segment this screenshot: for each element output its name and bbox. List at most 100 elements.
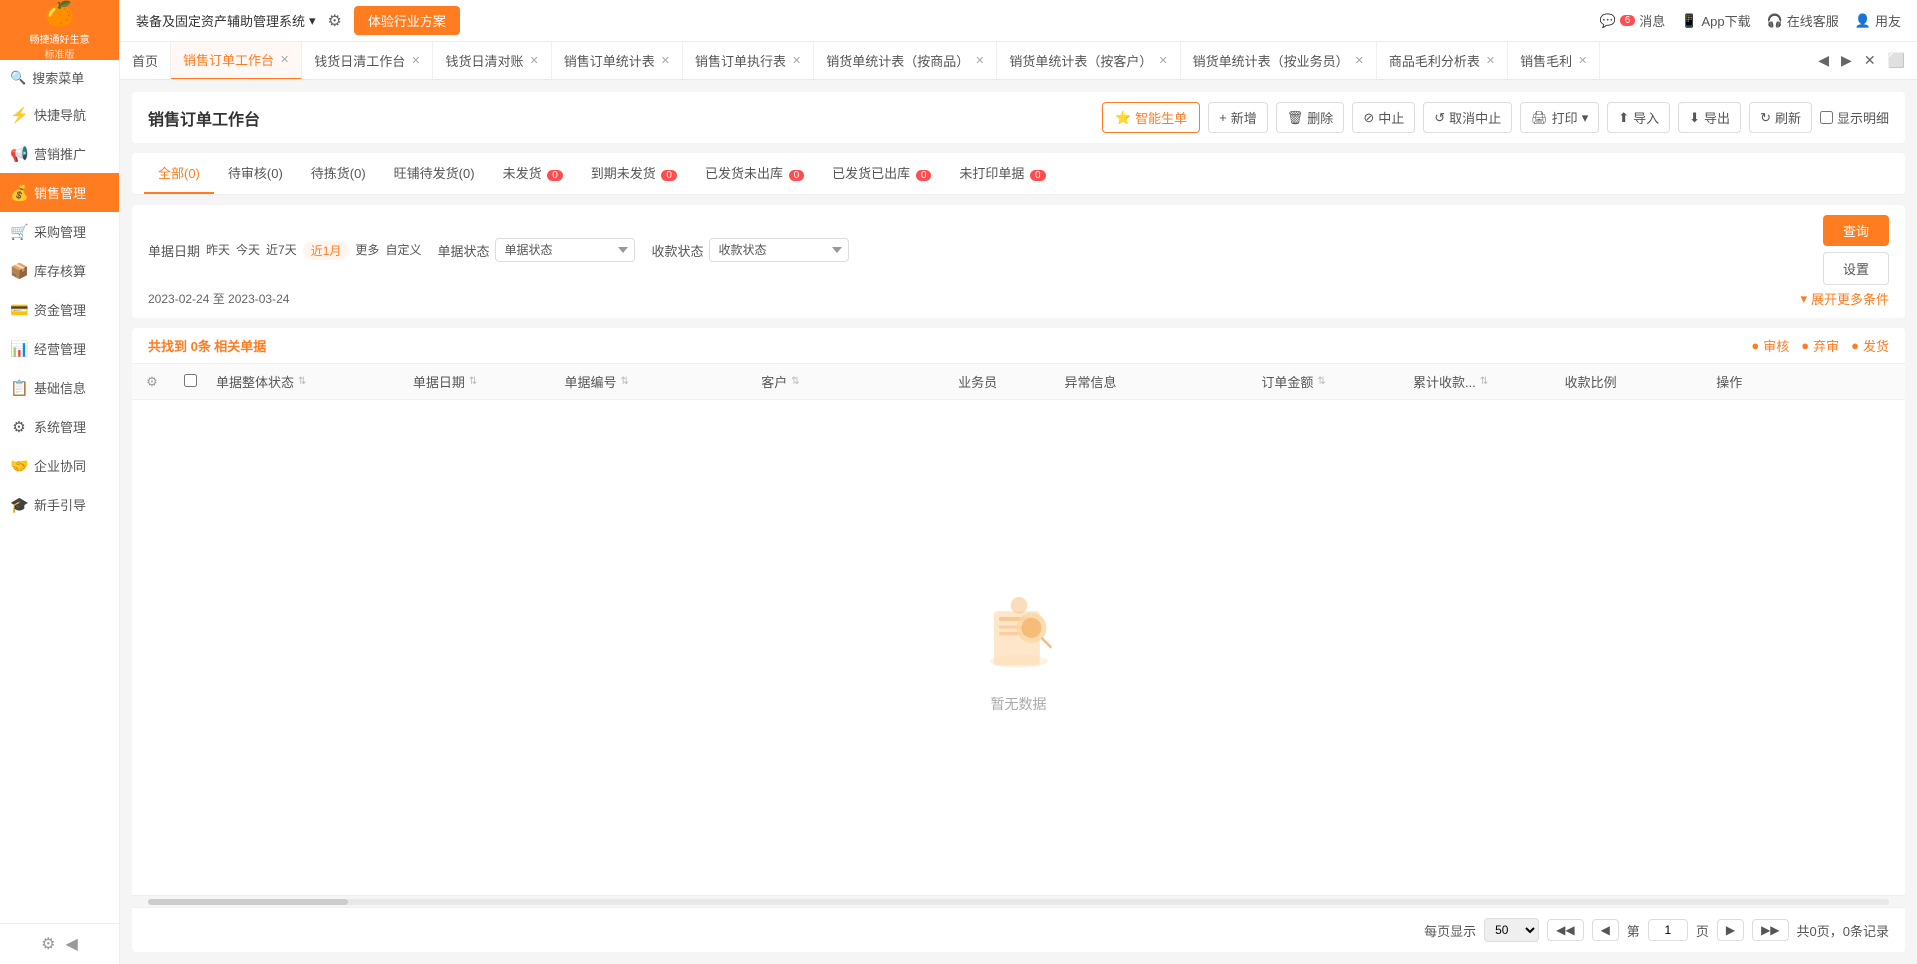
sidebar-item-finance[interactable]: 💳 资金管理 [0, 290, 119, 329]
sidebar-logo: 🍊 畅捷通好生意 标准版 [0, 0, 119, 60]
tab-close-icon[interactable]: ✕ [530, 54, 539, 67]
query-button[interactable]: 查询 [1823, 215, 1889, 246]
show-detail-input[interactable] [1820, 111, 1833, 124]
tab-close-icon[interactable]: ✕ [792, 54, 801, 67]
sidebar-search[interactable]: 🔍 搜索菜单 [0, 60, 119, 95]
sidebar-item-purchase[interactable]: 🛒 采购管理 [0, 212, 119, 251]
date-more[interactable]: 更多 [355, 241, 379, 260]
user-item[interactable]: 👤 用友 [1855, 11, 1901, 30]
settings-icon[interactable]: ⚙ [41, 934, 55, 954]
th-num[interactable]: 单据编号 ⇅ [556, 372, 753, 391]
sub-tab-all[interactable]: 全部(0) [144, 153, 214, 194]
message-icon-item[interactable]: 💬 6 消息 [1600, 11, 1666, 30]
tab-sales-more[interactable]: 销售毛利 ✕ [1508, 42, 1600, 80]
tab-cash-reconcile[interactable]: 钱货日清对账 ✕ [433, 42, 551, 80]
prev-page-button[interactable]: ◀ [1592, 919, 1619, 941]
th-date[interactable]: 单据日期 ⇅ [405, 372, 557, 391]
smart-create-button[interactable]: ⭐ 智能生单 [1102, 102, 1200, 133]
tab-close-icon[interactable]: ✕ [975, 54, 984, 67]
sub-tab-not-shipped[interactable]: 未发货 0 [489, 153, 577, 194]
th-status[interactable]: 单据整体状态 ⇅ [208, 372, 405, 391]
review-action-button[interactable]: ● 审核 [1751, 336, 1789, 355]
delete-button[interactable]: 🗑 删除 [1276, 102, 1345, 133]
tab-close-icon[interactable]: ✕ [1355, 54, 1364, 67]
tab-close-icon[interactable]: ✕ [411, 54, 420, 67]
last-page-button[interactable]: ▶▶ [1752, 919, 1788, 941]
scrollbar-thumb[interactable] [148, 899, 348, 905]
horizontal-scrollbar[interactable] [132, 895, 1905, 907]
page-size-select[interactable]: 10 20 50 100 [1484, 918, 1539, 942]
tab-sales-order-workbench[interactable]: 销售订单工作台 ✕ [171, 42, 302, 80]
tab-cash-daily[interactable]: 钱货日清工作台 ✕ [302, 42, 433, 80]
sub-tab-shipped-out[interactable]: 已发货已出库 0 [818, 153, 945, 194]
sidebar-item-base-info[interactable]: 📋 基础信息 [0, 368, 119, 407]
date-1month[interactable]: 近1月 [303, 241, 350, 260]
tab-close-icon[interactable]: ✕ [661, 54, 670, 67]
tab-product-margin[interactable]: 商品毛利分析表 ✕ [1377, 42, 1508, 80]
tab-close-icon[interactable]: ✕ [280, 53, 289, 66]
export-button[interactable]: ⬇ 导出 [1678, 102, 1741, 133]
tab-sales-order-stats[interactable]: 销售订单统计表 ✕ [552, 42, 683, 80]
reject-action-button[interactable]: ● 弃审 [1801, 336, 1839, 355]
refresh-button[interactable]: ↻ 刷新 [1749, 102, 1812, 133]
select-all-checkbox[interactable] [184, 374, 197, 387]
tab-close-icon[interactable]: ✕ [1578, 54, 1587, 67]
th-customer[interactable]: 客户 ⇅ [753, 372, 950, 391]
add-button[interactable]: + 新增 [1208, 102, 1268, 133]
next-page-button[interactable]: ▶ [1717, 919, 1744, 941]
sub-tab-pending-inspect[interactable]: 待拣货(0) [297, 153, 380, 194]
sub-tab-wangpu[interactable]: 旺铺待发货(0) [380, 153, 489, 194]
tab-close-icon[interactable]: ✕ [1486, 54, 1495, 67]
sub-tab-shipped-not-out[interactable]: 已发货未出库 0 [691, 153, 818, 194]
sub-tab-not-printed[interactable]: 未打印单据 0 [945, 153, 1059, 194]
online-service-item[interactable]: 🎧 在线客服 [1767, 11, 1839, 30]
setting-button[interactable]: 设置 [1823, 252, 1889, 285]
date-yesterday[interactable]: 昨天 [206, 241, 230, 260]
tab-scroll-right-icon[interactable]: ▶ [1837, 52, 1856, 69]
system-title-dropdown[interactable]: 装备及固定资产辅助管理系统 ▾ [136, 11, 316, 30]
app-download-item[interactable]: 📱 App下载 [1681, 11, 1750, 30]
show-detail-checkbox[interactable]: 显示明细 [1820, 108, 1889, 127]
tab-close-icon[interactable]: ✕ [1158, 54, 1167, 67]
print-button[interactable]: 🖨 打印 ▾ [1520, 102, 1599, 133]
tab-home[interactable]: 首页 [120, 42, 171, 80]
th-checkbox[interactable] [172, 374, 208, 390]
tab-sales-order-exec[interactable]: 销售订单执行表 ✕ [683, 42, 814, 80]
sidebar-item-sales[interactable]: 💰 销售管理 [0, 173, 119, 212]
date-custom[interactable]: 自定义 [385, 241, 421, 260]
tab-maximize-icon[interactable]: ⬜ [1884, 52, 1909, 69]
ship-action-button[interactable]: ● 发货 [1851, 336, 1889, 355]
tab-sales-stats-customer[interactable]: 销货单统计表（按客户） ✕ [997, 42, 1180, 80]
stop-button[interactable]: ⊘ 中止 [1352, 102, 1415, 133]
payment-select[interactable]: 收款状态 [709, 238, 849, 262]
sidebar-item-inventory[interactable]: 📦 库存核算 [0, 251, 119, 290]
date-7days[interactable]: 近7天 [266, 241, 297, 260]
th-collected[interactable]: 累计收款... ⇅ [1405, 372, 1557, 391]
tab-sales-stats-product[interactable]: 销货单统计表（按商品） ✕ [814, 42, 997, 80]
th-setting[interactable]: ⚙ [132, 374, 172, 390]
sidebar-item-operations[interactable]: 📊 经营管理 [0, 329, 119, 368]
first-page-button[interactable]: ◀◀ [1547, 919, 1583, 941]
tab-close-all-icon[interactable]: ✕ [1860, 52, 1880, 69]
sidebar-item-newbie[interactable]: 🎓 新手引导 [0, 485, 119, 524]
sidebar-item-marketing[interactable]: 📢 营销推广 [0, 134, 119, 173]
th-staff[interactable]: 业务员 [950, 372, 1056, 391]
expand-conditions-button[interactable]: ▾ 展开更多条件 [1800, 289, 1889, 308]
sub-tab-pending-review[interactable]: 待审核(0) [214, 153, 297, 194]
import-button[interactable]: ⬆ 导入 [1607, 102, 1670, 133]
topbar-gear-icon[interactable]: ⚙ [328, 11, 342, 31]
status-select[interactable]: 单据状态 [495, 238, 635, 262]
th-abnormal[interactable]: 异常信息 [1057, 372, 1254, 391]
cancel-stop-button[interactable]: ↺ 取消中止 [1423, 102, 1512, 133]
tab-scroll-left-icon[interactable]: ◀ [1814, 52, 1833, 69]
sidebar-item-enterprise[interactable]: 🤝 企业协同 [0, 446, 119, 485]
sidebar-item-quick-nav[interactable]: ⚡ 快捷导航 [0, 95, 119, 134]
sidebar-item-system[interactable]: ⚙ 系统管理 [0, 407, 119, 446]
page-number-input[interactable] [1648, 919, 1688, 941]
tab-sales-stats-staff[interactable]: 销货单统计表（按业务员） ✕ [1181, 42, 1377, 80]
date-today[interactable]: 今天 [236, 241, 260, 260]
th-amount[interactable]: 订单金额 ⇅ [1253, 372, 1405, 391]
collapse-icon[interactable]: ◀ [66, 934, 78, 954]
industry-solution-button[interactable]: 体验行业方案 [354, 6, 460, 35]
sub-tab-overdue-not-shipped[interactable]: 到期未发货 0 [577, 153, 691, 194]
